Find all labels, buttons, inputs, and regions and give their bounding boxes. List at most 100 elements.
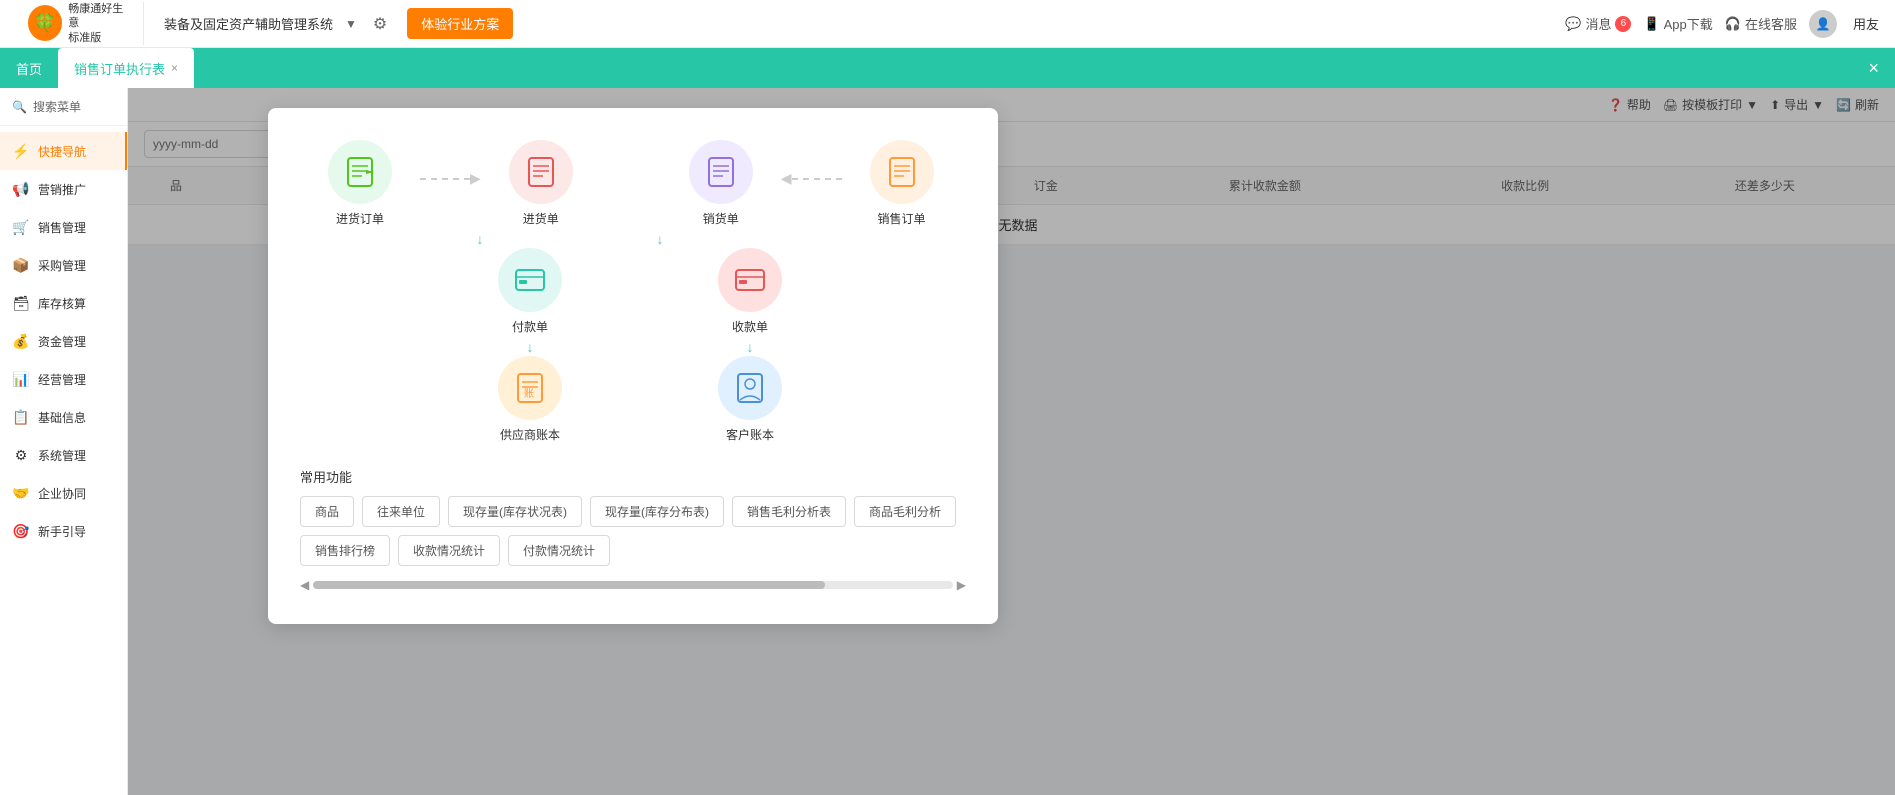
brand-text: 畅康通好生意 标准版 — [68, 2, 131, 45]
quick-nav-modal: 进货订单 ▶ 进货单 — [268, 108, 998, 624]
top-header: 🍀 畅康通好生意 标准版 装备及固定资产辅助管理系统 ▼ ⚙ 体验行业方案 💬 … — [0, 0, 1895, 48]
sales-bill-circle — [689, 140, 753, 204]
scroll-right-arrow[interactable]: ▶ — [957, 578, 966, 592]
flow-purchase-order[interactable]: 进货订单 — [300, 140, 420, 227]
sidebar-item-enterprise[interactable]: 🤝 企业协同 — [0, 474, 127, 512]
sidebar-item-inventory[interactable]: 🗃 库存核算 — [0, 284, 127, 322]
sidebar-item-basic-info[interactable]: 📋 基础信息 — [0, 398, 127, 436]
common-btn-2[interactable]: 现存量(库存状况表) — [448, 496, 582, 527]
flow-purchase-bill[interactable]: 进货单 — [481, 140, 601, 227]
common-btn-4[interactable]: 销售毛利分析表 — [732, 496, 846, 527]
dropdown-icon[interactable]: ▼ — [345, 17, 357, 31]
flow-supplier-ledger[interactable]: 账 供应商账本 — [470, 356, 590, 443]
common-title: 常用功能 — [300, 467, 966, 486]
receipt-bill-circle — [718, 248, 782, 312]
system-label: 系统管理 — [38, 447, 86, 464]
sidebar: 🔍 搜索菜单 ⚡ 快捷导航 📢 营销推广 🛒 销售管理 📦 采购管理 🗃 — [0, 88, 128, 795]
operations-icon: 📊 — [12, 370, 30, 388]
sidebar-item-quick-nav[interactable]: ⚡ 快捷导航 — [0, 132, 127, 170]
svg-text:账: 账 — [524, 388, 534, 400]
message-icon: 💬 — [1565, 16, 1581, 32]
purchase-bill-circle — [509, 140, 573, 204]
logo-area: 🍀 畅康通好生意 标准版 — [16, 2, 144, 45]
inventory-label: 库存核算 — [38, 295, 86, 312]
common-section: 常用功能 商品往来单位现存量(库存状况表) 现存量(库存分布表) 销售毛利分析表商品… — [300, 467, 966, 566]
guide-label: 新手引导 — [38, 523, 86, 540]
enterprise-label: 企业协同 — [38, 485, 86, 502]
payment-bill-label: 付款单 — [512, 318, 548, 335]
trial-button[interactable]: 体验行业方案 — [407, 8, 513, 39]
flow-section: 进货订单 ▶ 进货单 — [300, 140, 966, 443]
supplier-ledger-label: 供应商账本 — [500, 426, 560, 443]
payment-bill-circle — [498, 248, 562, 312]
common-btn-6[interactable]: 销售排行榜 — [300, 535, 390, 566]
common-btn-7[interactable]: 收款情况统计 — [398, 535, 500, 566]
flow-sales-order[interactable]: 销售订单 — [842, 140, 962, 227]
tab-sales-order[interactable]: 销售订单执行表 × — [58, 48, 194, 88]
online-service-btn[interactable]: 🎧 在线客服 — [1725, 14, 1797, 33]
main-area: 🔍 搜索菜单 ⚡ 快捷导航 📢 营销推广 🛒 销售管理 📦 采购管理 🗃 — [0, 88, 1895, 795]
quick-nav-label: 快捷导航 — [38, 143, 86, 160]
common-btn-3[interactable]: 现存量(库存分布表) — [590, 496, 724, 527]
sidebar-item-marketing[interactable]: 📢 营销推广 — [0, 170, 127, 208]
sidebar-item-sales[interactable]: 🛒 销售管理 — [0, 208, 127, 246]
marketing-icon: 📢 — [12, 180, 30, 198]
app-icon: 📱 — [1643, 16, 1659, 32]
tab-home[interactable]: 首页 — [0, 48, 58, 88]
sidebar-item-operations[interactable]: 📊 经营管理 — [0, 360, 127, 398]
flow-receipt-bill[interactable]: 收款单 — [690, 248, 810, 335]
arrow-po-to-pb: ▶ — [420, 170, 481, 227]
brand-line2: 标准版 — [68, 31, 131, 45]
purchase-order-label: 进货订单 — [336, 210, 384, 227]
modal-overlay[interactable]: 进货订单 ▶ 进货单 — [128, 88, 1895, 795]
scroll-left-arrow[interactable]: ◀ — [300, 578, 309, 592]
purchase-bill-label: 进货单 — [523, 210, 559, 227]
inventory-icon: 🗃 — [12, 294, 30, 312]
scroll-thumb[interactable] — [313, 581, 825, 589]
receipt-bill-label: 收款单 — [732, 318, 768, 335]
content-panel: ❓ 帮助 🖨 按模板打印 ▼ ⬆ 导出 ▼ 🔄 刷新 📅 📅 — [128, 88, 1895, 795]
app-download-label: App下载 — [1664, 14, 1713, 33]
common-btn-0[interactable]: 商品 — [300, 496, 354, 527]
sidebar-item-purchase[interactable]: 📦 采购管理 — [0, 246, 127, 284]
guide-icon: 🎯 — [12, 522, 30, 540]
common-btn-1[interactable]: 往来单位 — [362, 496, 440, 527]
purchase-icon: 📦 — [12, 256, 30, 274]
tab-bar: 首页 销售订单执行表 × × — [0, 48, 1895, 88]
flow-payment-bill[interactable]: 付款单 — [470, 248, 590, 335]
purchase-order-circle — [328, 140, 392, 204]
flow-customer-ledger[interactable]: 客户账本 — [690, 356, 810, 443]
scrollbar-area: ◀ ▶ — [300, 578, 966, 592]
service-icon: 🎧 — [1725, 16, 1741, 32]
flow-sales-bill[interactable]: 销货单 — [661, 140, 781, 227]
search-menu[interactable]: 🔍 搜索菜单 — [0, 88, 127, 126]
scroll-track — [313, 581, 953, 589]
tab-close-icon[interactable]: × — [171, 61, 178, 75]
arrow-so-to-sb: ◀ — [781, 170, 842, 227]
sales-bill-label: 销货单 — [703, 210, 739, 227]
sales-icon: 🛒 — [12, 218, 30, 236]
close-all-btn[interactable]: × — [1852, 58, 1895, 79]
supplier-ledger-circle: 账 — [498, 356, 562, 420]
settings-icon[interactable]: ⚙ — [373, 14, 387, 34]
sidebar-item-guide[interactable]: 🎯 新手引导 — [0, 512, 127, 550]
common-btn-8[interactable]: 付款情况统计 — [508, 535, 610, 566]
purchase-label: 采购管理 — [38, 257, 86, 274]
customer-ledger-label: 客户账本 — [726, 426, 774, 443]
marketing-label: 营销推广 — [38, 181, 86, 198]
logo-icon: 🍀 — [28, 5, 62, 41]
system-title: 装备及固定资产辅助管理系统 — [164, 14, 333, 33]
app-download-btn[interactable]: 📱 App下载 — [1643, 14, 1712, 33]
sales-order-circle — [870, 140, 934, 204]
basic-info-label: 基础信息 — [38, 409, 86, 426]
message-btn[interactable]: 💬 消息 6 — [1565, 14, 1631, 33]
avatar[interactable]: 👤 — [1809, 10, 1837, 38]
common-btn-5[interactable]: 商品毛利分析 — [854, 496, 956, 527]
sidebar-item-finance[interactable]: 💰 资金管理 — [0, 322, 127, 360]
brand-line1: 畅康通好生意 — [68, 2, 131, 31]
sales-order-label: 销售订单 — [878, 210, 926, 227]
sidebar-item-system[interactable]: ⚙ 系统管理 — [0, 436, 127, 474]
nav-section: ⚡ 快捷导航 📢 营销推广 🛒 销售管理 📦 采购管理 🗃 库存核算 💰 — [0, 126, 127, 556]
search-menu-label: 搜索菜单 — [33, 98, 81, 115]
enterprise-icon: 🤝 — [12, 484, 30, 502]
